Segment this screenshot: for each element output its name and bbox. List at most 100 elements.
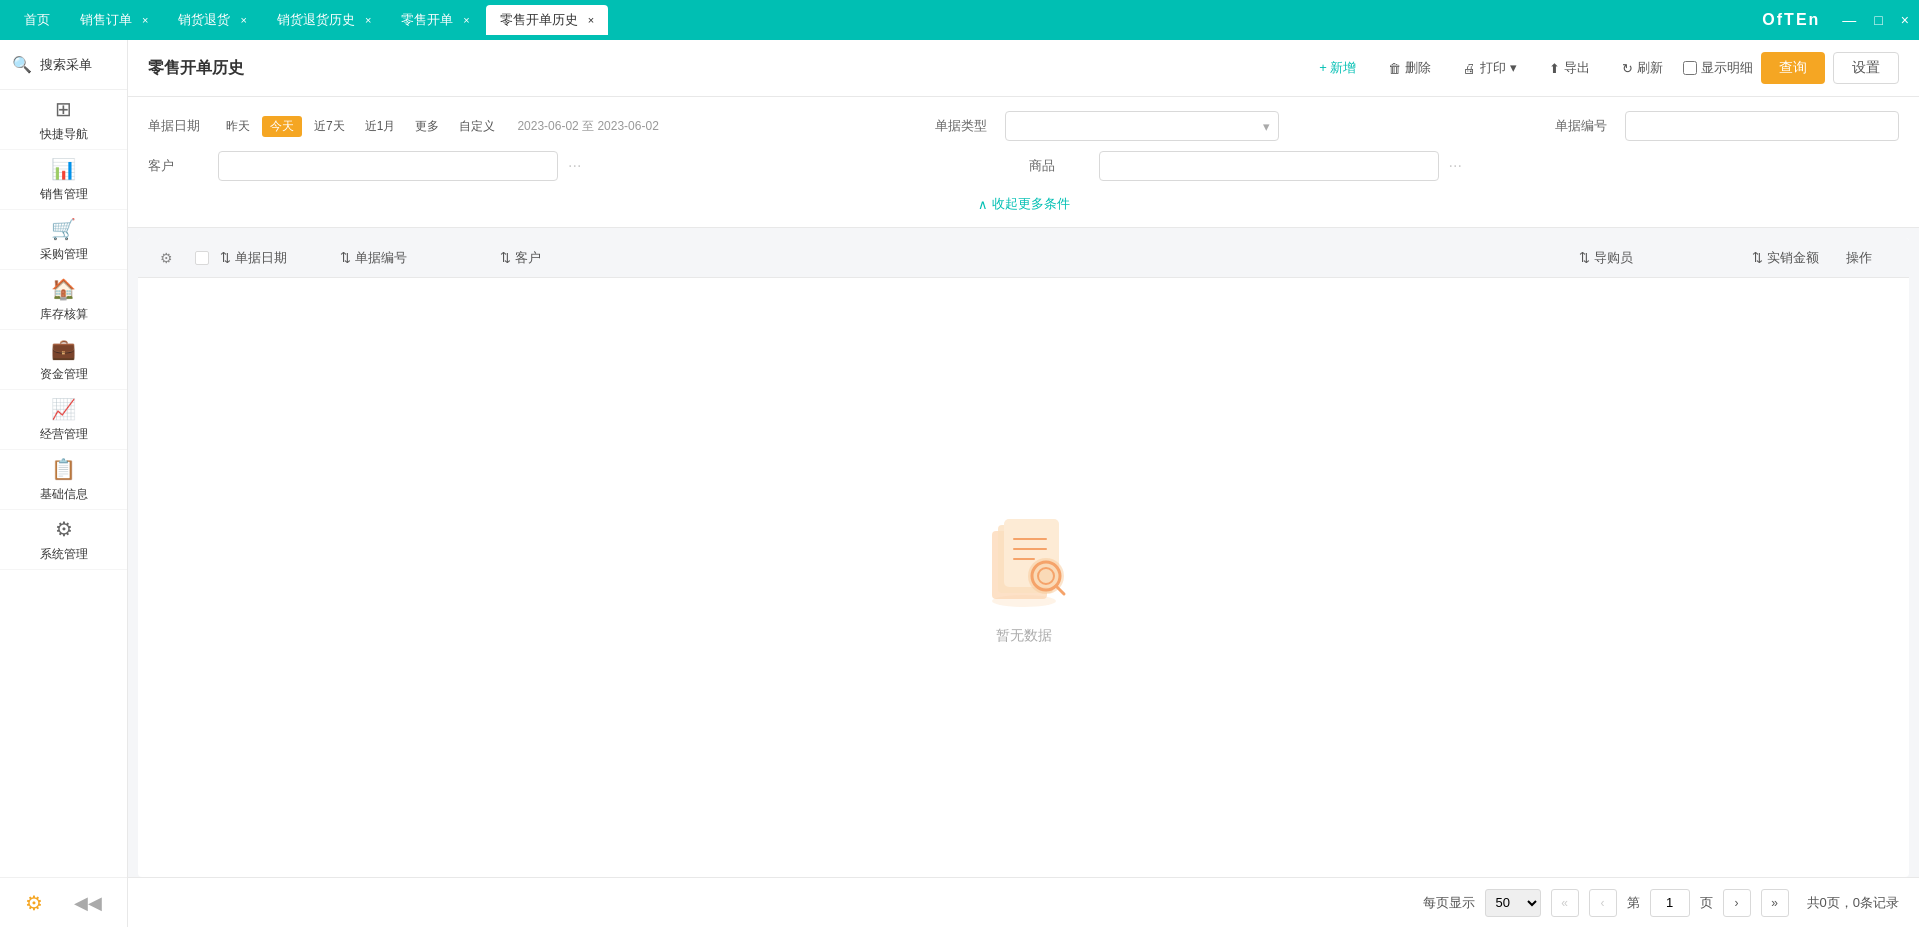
col-amount-label: 实销金额 — [1767, 249, 1819, 267]
sidebar-search[interactable]: 🔍 搜索采单 — [0, 40, 127, 90]
tab-close-sales-return[interactable]: × — [240, 14, 246, 26]
goods-label: 商品 — [1029, 157, 1089, 175]
tab-retail-open[interactable]: 零售开单 × — [387, 5, 483, 35]
tab-close-retail-open-history[interactable]: × — [588, 14, 594, 26]
date-btn-last7[interactable]: 近7天 — [306, 116, 353, 137]
total-label: 共0页，0条记录 — [1807, 894, 1899, 912]
main-layout: 🔍 搜索采单 ⊞ 快捷导航 📊销售管理 🛒 采购管理 🏠 库存核算 💼 资金管理 📈经营管理 📋 基础… — [0, 40, 1919, 927]
print-button[interactable]: 🖨 打印 ▾ — [1451, 53, 1529, 83]
sidebar-item-label-finance: 资金管理 — [40, 366, 88, 383]
collapse-button[interactable]: ∧ 收起更多条件 — [978, 195, 1070, 213]
toolbar-actions: + 新增 🗑 🗑 删除 删除 🖨 打印 ▾ ⬆ 导出 ↻ 刷新 — [1307, 52, 1899, 96]
col-amount: ⇅ 实销金额 — [1699, 249, 1819, 267]
page-input[interactable] — [1650, 889, 1690, 917]
col-number-label: 单据编号 — [355, 249, 407, 267]
goods-input[interactable] — [1099, 151, 1439, 181]
sidebar-item-quick-nav[interactable]: ⊞ 快捷导航 — [0, 90, 127, 150]
top-bar: 首页销售订单 ×销货退货 ×销货退货历史 ×零售开单 ×零售开单历史 × OfT… — [0, 0, 1919, 40]
delete-icon: 🗑 — [1388, 61, 1401, 76]
close-window-btn[interactable]: × — [1901, 12, 1909, 28]
tab-sales-return[interactable]: 销货退货 × — [164, 5, 260, 35]
minimize-btn[interactable]: — — [1842, 12, 1856, 28]
sidebar-item-label-inventory: 库存核算 — [40, 306, 88, 323]
display-detail-toggle[interactable]: 显示明细 — [1683, 59, 1753, 77]
tab-home[interactable]: 首页 — [10, 5, 64, 35]
finance-icon: 💼 — [51, 337, 76, 361]
col-number: ⇅ 单据编号 — [340, 249, 500, 267]
content-area: 零售开单历史 + 新增 🗑 🗑 删除 删除 🖨 打印 ▾ ⬆ 导出 ↻ — [128, 40, 1919, 927]
header-checkbox[interactable] — [195, 251, 209, 265]
goods-dots[interactable]: ··· — [1449, 157, 1462, 175]
sidebar-item-sys-mgmt[interactable]: ⚙系统管理 — [0, 510, 127, 570]
inventory-icon: 🏠 — [51, 277, 76, 301]
display-detail-checkbox[interactable] — [1683, 61, 1697, 75]
page-title: 零售开单历史 — [148, 58, 244, 91]
base-info-icon: 📋 — [51, 457, 76, 481]
number-input[interactable] — [1625, 111, 1899, 141]
quick-nav-icon: ⊞ — [55, 97, 72, 121]
date-range-text: 2023-06-02 至 2023-06-02 — [517, 118, 658, 135]
sidebar-item-finance[interactable]: 💼 资金管理 — [0, 330, 127, 390]
sidebar-item-label-quick-nav: 快捷导航 — [40, 126, 88, 143]
table-header: ⚙ ⇅ 单据日期 ⇅ 单据编号 ⇅ 客户 ⇅ — [138, 238, 1909, 278]
empty-text: 暂无数据 — [996, 627, 1052, 645]
export-button[interactable]: ⬆ 导出 — [1537, 53, 1602, 83]
date-btn-last1m[interactable]: 近1月 — [357, 116, 404, 137]
export-icon: ⬆ — [1549, 61, 1560, 76]
col-check[interactable] — [184, 251, 220, 265]
empty-icon — [974, 511, 1074, 611]
page-label: 页 — [1700, 894, 1713, 912]
sidebar-item-operations[interactable]: 📈经营管理 — [0, 390, 127, 450]
col-date: ⇅ 单据日期 — [220, 249, 340, 267]
customer-input[interactable] — [218, 151, 558, 181]
sidebar-item-purchase-mgmt[interactable]: 🛒 采购管理 — [0, 210, 127, 270]
date-btn-custom[interactable]: 自定义 — [451, 116, 503, 137]
date-btn-today[interactable]: 今天 — [262, 116, 302, 137]
setting-button[interactable]: 设置 — [1833, 52, 1899, 84]
type-select[interactable]: ▾ — [1005, 111, 1279, 141]
col-settings[interactable]: ⚙ — [148, 250, 184, 266]
search-icon: 🔍 — [12, 55, 32, 74]
query-button[interactable]: 查询 — [1761, 52, 1825, 84]
page-size-select[interactable]: 50 20 100 200 — [1485, 889, 1541, 917]
tab-bar: 首页销售订单 ×销货退货 ×销货退货历史 ×零售开单 ×零售开单历史 × — [10, 5, 1762, 35]
settings-icon: ⚙ — [160, 250, 173, 266]
refresh-icon: ↻ — [1622, 61, 1633, 76]
col-guide-label: 导购员 — [1594, 249, 1633, 267]
sidebar-collapse-icon[interactable]: ◀◀ — [74, 892, 102, 914]
tab-close-retail-open[interactable]: × — [463, 14, 469, 26]
sidebar-item-sales-mgmt[interactable]: 📊销售管理 — [0, 150, 127, 210]
next-page-btn[interactable]: › — [1723, 889, 1751, 917]
sidebar: 🔍 搜索采单 ⊞ 快捷导航 📊销售管理 🛒 采购管理 🏠 库存核算 💼 资金管理 📈经营管理 📋 基础… — [0, 40, 128, 927]
brand-label: OfTEn — [1762, 11, 1820, 29]
last-page-btn[interactable]: » — [1761, 889, 1789, 917]
col-date-label: 单据日期 — [235, 249, 287, 267]
maximize-btn[interactable]: □ — [1874, 12, 1882, 28]
sidebar-item-label-base-info: 基础信息 — [40, 486, 88, 503]
tab-close-sales-return-history[interactable]: × — [365, 14, 371, 26]
sidebar-bottom: ⚙ ◀◀ — [0, 877, 127, 927]
first-page-btn[interactable]: « — [1551, 889, 1579, 917]
print-icon: 🖨 — [1463, 61, 1476, 76]
pagination-bar: 每页显示 50 20 100 200 « ‹ 第 页 › » 共0页，0条记录 — [128, 877, 1919, 927]
tab-close-sales-order[interactable]: × — [142, 14, 148, 26]
customer-dots[interactable]: ··· — [568, 157, 581, 175]
refresh-button[interactable]: ↻ 刷新 — [1610, 53, 1675, 83]
tab-sales-order[interactable]: 销售订单 × — [66, 5, 162, 35]
sidebar-item-label-purchase-mgmt: 采购管理 — [40, 246, 88, 263]
date-btn-yesterday[interactable]: 昨天 — [218, 116, 258, 137]
page-size-label: 每页显示 — [1423, 894, 1475, 912]
sidebar-item-base-info[interactable]: 📋 基础信息 — [0, 450, 127, 510]
prev-page-btn[interactable]: ‹ — [1589, 889, 1617, 917]
purchase-mgmt-icon: 🛒 — [51, 217, 76, 241]
tab-retail-open-history[interactable]: 零售开单历史 × — [486, 5, 608, 35]
add-button[interactable]: + 新增 — [1307, 53, 1368, 83]
sidebar-settings-icon[interactable]: ⚙ — [25, 891, 43, 915]
sidebar-item-inventory[interactable]: 🏠 库存核算 — [0, 270, 127, 330]
type-select-arrow: ▾ — [1263, 119, 1270, 134]
sales-mgmt-icon: 📊 — [51, 157, 76, 181]
delete-button[interactable]: 🗑 🗑 删除 删除 — [1376, 53, 1443, 83]
window-controls: OfTEn — □ × — [1762, 11, 1909, 29]
date-btn-more[interactable]: 更多 — [407, 116, 447, 137]
tab-sales-return-history[interactable]: 销货退货历史 × — [263, 5, 385, 35]
